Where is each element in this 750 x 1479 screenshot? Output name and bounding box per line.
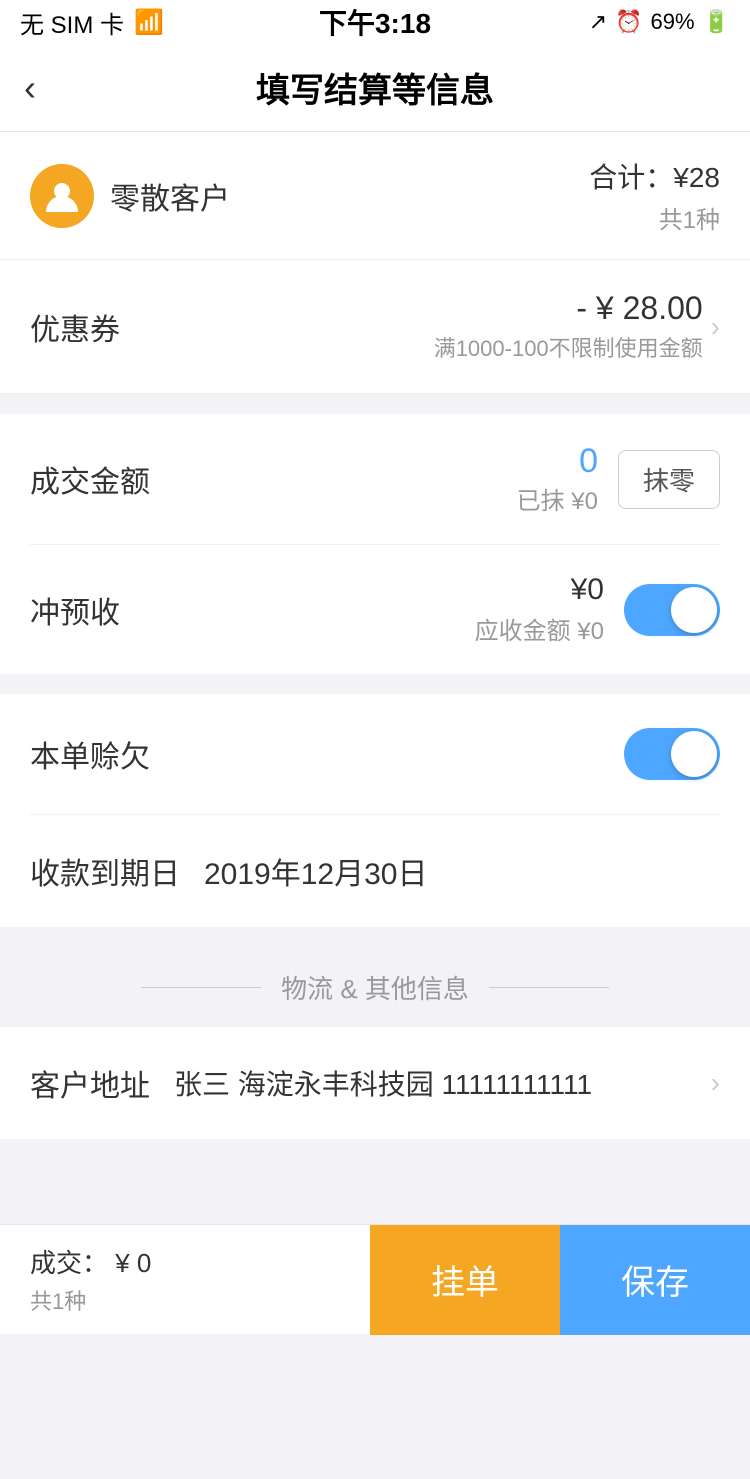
round-button[interactable]: 抹零 [618, 450, 720, 509]
prereceive-amounts: ¥0 应收金额 ¥0 [475, 573, 604, 646]
battery-label: 69% [651, 9, 695, 35]
gap-1 [0, 394, 750, 414]
battery-icon: 🔋 [703, 9, 730, 35]
nav-bar: ‹ 填写结算等信息 [0, 44, 750, 132]
page-title: 填写结算等信息 [256, 63, 494, 112]
debt-section: 本单赊欠 收款到期日 2019年12月30日 [0, 694, 750, 927]
status-time: 下午3:18 [319, 2, 431, 42]
address-chevron-icon: › [711, 1067, 720, 1099]
status-left: 无 SIM 卡 📶 [20, 5, 164, 40]
bottom-bar: 成交： ¥ 0 共1种 挂单 保存 [0, 1224, 750, 1334]
transaction-value[interactable]: 0 [517, 442, 598, 481]
address-value: 张三 海淀永丰科技园 11111111111 [174, 1063, 703, 1103]
debt-label: 本单赊欠 [30, 732, 150, 776]
bottom-count-label: 共1种 [30, 1284, 340, 1316]
transaction-section: 成交金额 0 已抹 ¥0 抹零 冲预收 ¥0 应收金额 ¥0 [0, 414, 750, 674]
transaction-row: 成交金额 0 已抹 ¥0 抹零 [30, 414, 720, 545]
sim-label: 无 SIM 卡 [20, 5, 124, 40]
total-amount: 合计：¥28 [589, 156, 720, 196]
hold-button[interactable]: 挂单 [370, 1225, 560, 1335]
prereceive-row: 冲预收 ¥0 应收金额 ¥0 [30, 545, 720, 674]
duedate-row: 收款到期日 2019年12月30日 [30, 815, 720, 927]
address-section: 客户地址 张三 海淀永丰科技园 11111111111 › [0, 1027, 750, 1139]
prereceive-toggle[interactable] [624, 584, 720, 636]
total-count: 共1种 [589, 200, 720, 235]
customer-left: 零散客户 [30, 164, 230, 228]
back-button[interactable]: ‹ [24, 67, 36, 109]
coupon-row[interactable]: 优惠券 - ¥ 28.00 满1000-100不限制使用金额 › [0, 260, 750, 394]
logistics-divider: 物流 & 其他信息 [141, 969, 609, 1006]
coupon-right: - ¥ 28.00 满1000-100不限制使用金额 [434, 290, 703, 363]
coupon-chevron-icon: › [711, 311, 720, 343]
save-button[interactable]: 保存 [560, 1225, 750, 1335]
customer-total: 合计：¥28 共1种 [589, 156, 720, 235]
prereceive-sub: 应收金额 ¥0 [475, 611, 604, 646]
customer-name: 零散客户 [110, 174, 230, 218]
duedate-label: 收款到期日 [30, 849, 180, 893]
transaction-sub: 已抹 ¥0 [517, 481, 598, 516]
coupon-label: 优惠券 [30, 305, 120, 349]
prereceive-amount: ¥0 [475, 573, 604, 607]
coupon-section: 优惠券 - ¥ 28.00 满1000-100不限制使用金额 › [0, 260, 750, 394]
transaction-label: 成交金额 [30, 457, 150, 501]
gap-2 [0, 674, 750, 694]
address-row[interactable]: 客户地址 张三 海淀永丰科技园 11111111111 › [30, 1027, 720, 1139]
wifi-icon: 📶 [134, 8, 164, 37]
toggle-knob [671, 587, 717, 633]
logistics-label: 物流 & 其他信息 [281, 969, 469, 1006]
gap-4 [0, 1139, 750, 1159]
customer-row: 零散客户 合计：¥28 共1种 [0, 132, 750, 260]
divider-right [489, 987, 609, 988]
debt-toggle-knob [671, 731, 717, 777]
prereceive-right: ¥0 应收金额 ¥0 [475, 573, 720, 646]
transaction-value-group: 0 已抹 ¥0 [517, 442, 598, 516]
coupon-amount: - ¥ 28.00 [434, 290, 703, 327]
address-label: 客户地址 [30, 1061, 150, 1105]
prereceive-label: 冲预收 [30, 588, 120, 632]
status-bar: 无 SIM 卡 📶 下午3:18 ↗ ⏰ 69% 🔋 [0, 0, 750, 44]
location-icon: ↗ [589, 9, 607, 35]
transaction-right: 0 已抹 ¥0 抹零 [517, 442, 720, 516]
bottom-trans-label: 成交： ¥ 0 [30, 1243, 340, 1280]
gap-3 [0, 927, 750, 947]
divider-left [141, 987, 261, 988]
customer-section: 零散客户 合计：¥28 共1种 [0, 132, 750, 260]
duedate-value: 2019年12月30日 [204, 849, 427, 893]
alarm-icon: ⏰ [615, 9, 642, 35]
logistics-section: 物流 & 其他信息 [0, 947, 750, 1027]
status-right: ↗ ⏰ 69% 🔋 [589, 9, 730, 35]
address-chevron: › [703, 1067, 720, 1099]
debt-row: 本单赊欠 [30, 694, 720, 815]
bottom-summary: 成交： ¥ 0 共1种 [0, 1243, 370, 1316]
customer-avatar [30, 164, 94, 228]
debt-toggle[interactable] [624, 728, 720, 780]
coupon-desc: 满1000-100不限制使用金额 [434, 331, 703, 363]
